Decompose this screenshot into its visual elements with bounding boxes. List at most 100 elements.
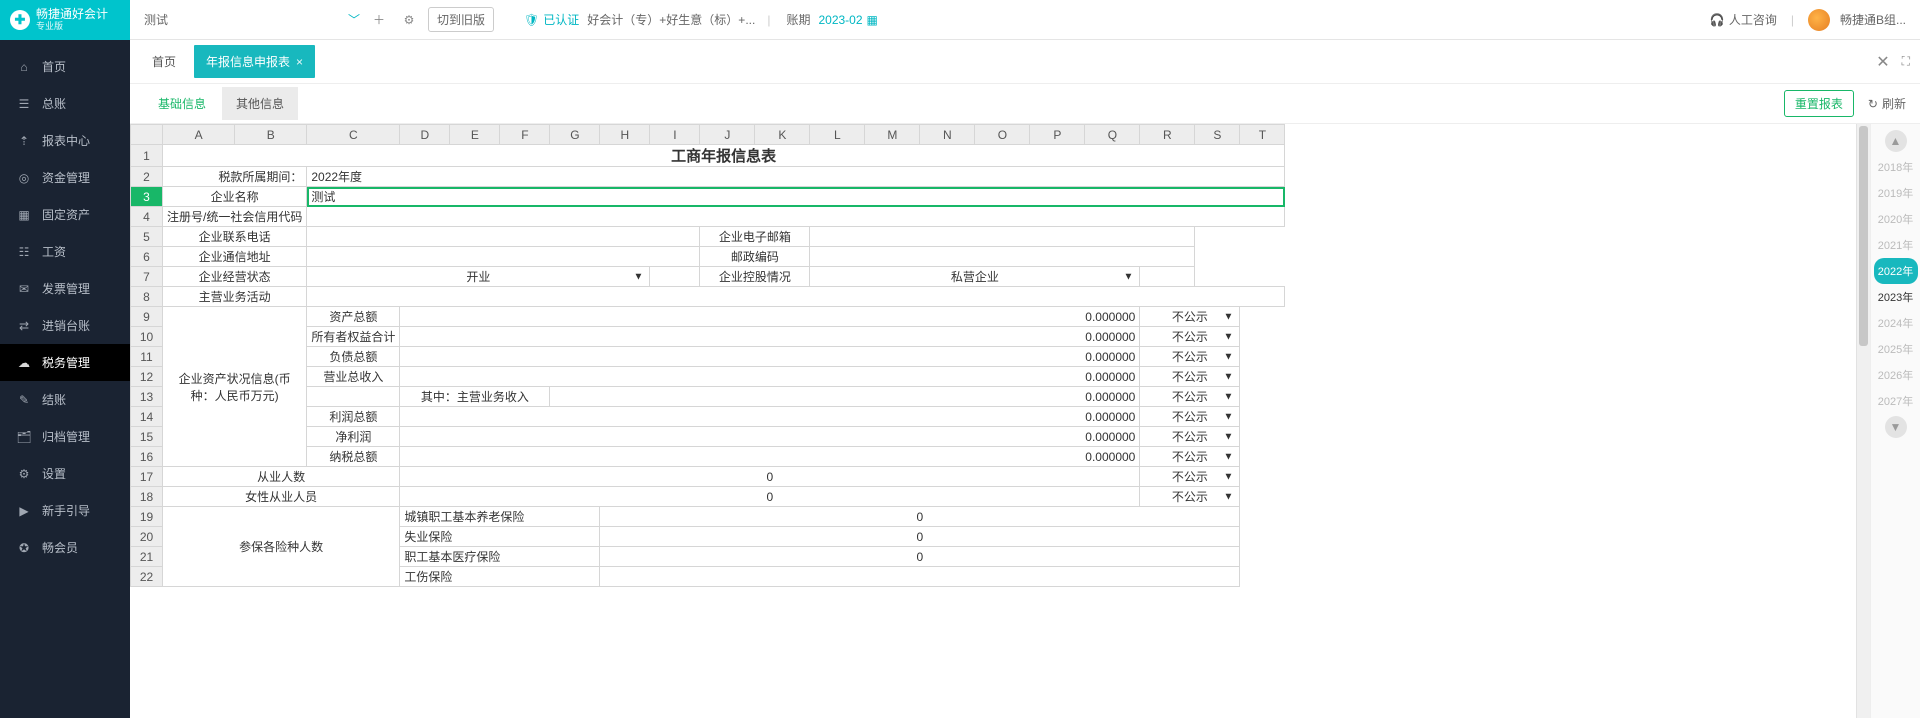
r17-value[interactable]: 0 bbox=[400, 467, 1140, 487]
company-name-input[interactable]: 测试 bbox=[307, 187, 1285, 207]
col-head[interactable]: E bbox=[450, 125, 500, 145]
col-head[interactable]: M bbox=[865, 125, 920, 145]
refresh-button[interactable]: ↻ 刷新 bbox=[1868, 95, 1906, 112]
r10-value[interactable]: 0.000000 bbox=[400, 327, 1140, 347]
tab-home[interactable]: 首页 bbox=[140, 45, 188, 78]
col-head[interactable]: L bbox=[810, 125, 865, 145]
r15-pub-select[interactable]: 不公示▼ bbox=[1140, 427, 1240, 447]
col-head[interactable]: S bbox=[1195, 125, 1240, 145]
subtab-basic[interactable]: 基础信息 bbox=[144, 87, 220, 120]
col-head[interactable]: R bbox=[1140, 125, 1195, 145]
avatar[interactable] bbox=[1808, 9, 1830, 31]
close-icon[interactable]: × bbox=[296, 55, 303, 69]
col-head[interactable]: D bbox=[400, 125, 450, 145]
col-head[interactable]: B bbox=[235, 125, 307, 145]
sheet-area[interactable]: ABCDEFGHIJKLMNOPQRST 1工商年报信息表 2 税款所属期间： … bbox=[130, 124, 1856, 718]
reg-number-input[interactable] bbox=[307, 207, 1285, 227]
r16-value[interactable]: 0.000000 bbox=[400, 447, 1140, 467]
nav-item-6[interactable]: ✉发票管理 bbox=[0, 270, 130, 307]
email-input[interactable] bbox=[810, 227, 1195, 247]
main-biz-input[interactable] bbox=[307, 287, 1285, 307]
holding-select[interactable]: 私营企业▼ bbox=[810, 267, 1140, 287]
nav-item-11[interactable]: ⚙设置 bbox=[0, 455, 130, 492]
r14-value[interactable]: 0.000000 bbox=[400, 407, 1140, 427]
year-up-icon[interactable]: ▲ bbox=[1885, 130, 1907, 152]
r18-value[interactable]: 0 bbox=[400, 487, 1140, 507]
reset-button[interactable]: 重置报表 bbox=[1784, 90, 1854, 117]
gear-icon[interactable]: ⚙ bbox=[398, 9, 420, 31]
r15-value[interactable]: 0.000000 bbox=[400, 427, 1140, 447]
address-input[interactable] bbox=[307, 247, 700, 267]
nav-item-0[interactable]: ⌂首页 bbox=[0, 48, 130, 85]
r11-value[interactable]: 0.000000 bbox=[400, 347, 1140, 367]
year-2023年[interactable]: 2023年 bbox=[1874, 284, 1918, 310]
r14-pub-select[interactable]: 不公示▼ bbox=[1140, 407, 1240, 427]
support-link[interactable]: 🎧 人工咨询 bbox=[1710, 11, 1777, 28]
r17-pub-select[interactable]: 不公示▼ bbox=[1140, 467, 1240, 487]
scrollbar-thumb[interactable] bbox=[1859, 126, 1868, 346]
r18-pub-select[interactable]: 不公示▼ bbox=[1140, 487, 1240, 507]
col-head[interactable]: K bbox=[755, 125, 810, 145]
nav-item-12[interactable]: ▶新手引导 bbox=[0, 492, 130, 529]
tab-annual-report[interactable]: 年报信息申报表 × bbox=[194, 45, 315, 78]
col-head[interactable]: N bbox=[920, 125, 975, 145]
year-2019年[interactable]: 2019年 bbox=[1874, 180, 1918, 206]
year-2021年[interactable]: 2021年 bbox=[1874, 232, 1918, 258]
nav-item-3[interactable]: ◎资金管理 bbox=[0, 159, 130, 196]
col-head[interactable]: T bbox=[1240, 125, 1285, 145]
nav-item-13[interactable]: ✪畅会员 bbox=[0, 529, 130, 566]
nav-item-8[interactable]: ☁税务管理 bbox=[0, 344, 130, 381]
col-head[interactable]: G bbox=[550, 125, 600, 145]
r10-pub-select[interactable]: 不公示▼ bbox=[1140, 327, 1240, 347]
col-head[interactable] bbox=[131, 125, 163, 145]
nav-item-5[interactable]: ☷工资 bbox=[0, 233, 130, 270]
nav-item-7[interactable]: ⇄进销台账 bbox=[0, 307, 130, 344]
r16-pub-select[interactable]: 不公示▼ bbox=[1140, 447, 1240, 467]
r13-value[interactable]: 0.000000 bbox=[550, 387, 1140, 407]
op-status-select[interactable]: 开业▼ bbox=[307, 267, 650, 287]
col-head[interactable]: A bbox=[163, 125, 235, 145]
r20-value[interactable]: 0 bbox=[600, 527, 1240, 547]
col-head[interactable]: J bbox=[700, 125, 755, 145]
col-head[interactable]: F bbox=[500, 125, 550, 145]
nav-item-9[interactable]: ✎结账 bbox=[0, 381, 130, 418]
r22-value[interactable] bbox=[600, 567, 1240, 587]
year-down-icon[interactable]: ▼ bbox=[1885, 416, 1907, 438]
nav-item-4[interactable]: ▦固定资产 bbox=[0, 196, 130, 233]
nav-item-10[interactable]: 🗂归档管理 bbox=[0, 418, 130, 455]
year-2020年[interactable]: 2020年 bbox=[1874, 206, 1918, 232]
col-head[interactable]: I bbox=[650, 125, 700, 145]
company-selector[interactable]: 测试 ﹀ bbox=[144, 11, 360, 28]
col-head[interactable]: H bbox=[600, 125, 650, 145]
r9-value[interactable]: 0.000000 bbox=[400, 307, 1140, 327]
period-selector[interactable]: 2023-02 ▦ bbox=[818, 13, 877, 27]
year-2027年[interactable]: 2027年 bbox=[1874, 388, 1918, 414]
col-head[interactable]: P bbox=[1030, 125, 1085, 145]
r13-pub-select[interactable]: 不公示▼ bbox=[1140, 387, 1240, 407]
nav-item-1[interactable]: ☰总账 bbox=[0, 85, 130, 122]
r19-value[interactable]: 0 bbox=[600, 507, 1240, 527]
col-head[interactable]: C bbox=[307, 125, 400, 145]
col-head[interactable]: O bbox=[975, 125, 1030, 145]
close-all-icon[interactable]: ✕ bbox=[1876, 52, 1889, 72]
year-2025年[interactable]: 2025年 bbox=[1874, 336, 1918, 362]
old-version-button[interactable]: 切到旧版 bbox=[428, 7, 494, 32]
r11-pub-select[interactable]: 不公示▼ bbox=[1140, 347, 1240, 367]
phone-input[interactable] bbox=[307, 227, 700, 247]
year-2022年[interactable]: 2022年 bbox=[1874, 258, 1918, 284]
r12-pub-select[interactable]: 不公示▼ bbox=[1140, 367, 1240, 387]
subtab-other[interactable]: 其他信息 bbox=[222, 87, 298, 120]
year-2026年[interactable]: 2026年 bbox=[1874, 362, 1918, 388]
postal-input[interactable] bbox=[810, 247, 1195, 267]
r21-value[interactable]: 0 bbox=[600, 547, 1240, 567]
year-2024年[interactable]: 2024年 bbox=[1874, 310, 1918, 336]
add-icon[interactable]: ＋ bbox=[368, 9, 390, 31]
r9-pub-select[interactable]: 不公示▼ bbox=[1140, 307, 1240, 327]
year-2018年[interactable]: 2018年 bbox=[1874, 154, 1918, 180]
vertical-scrollbar[interactable] bbox=[1856, 124, 1870, 718]
user-name[interactable]: 畅捷通B组... bbox=[1840, 11, 1906, 28]
fullscreen-icon[interactable]: ⛶ bbox=[1902, 54, 1910, 69]
nav-item-2[interactable]: ⇡报表中心 bbox=[0, 122, 130, 159]
r12-value[interactable]: 0.000000 bbox=[400, 367, 1140, 387]
col-head[interactable]: Q bbox=[1085, 125, 1140, 145]
